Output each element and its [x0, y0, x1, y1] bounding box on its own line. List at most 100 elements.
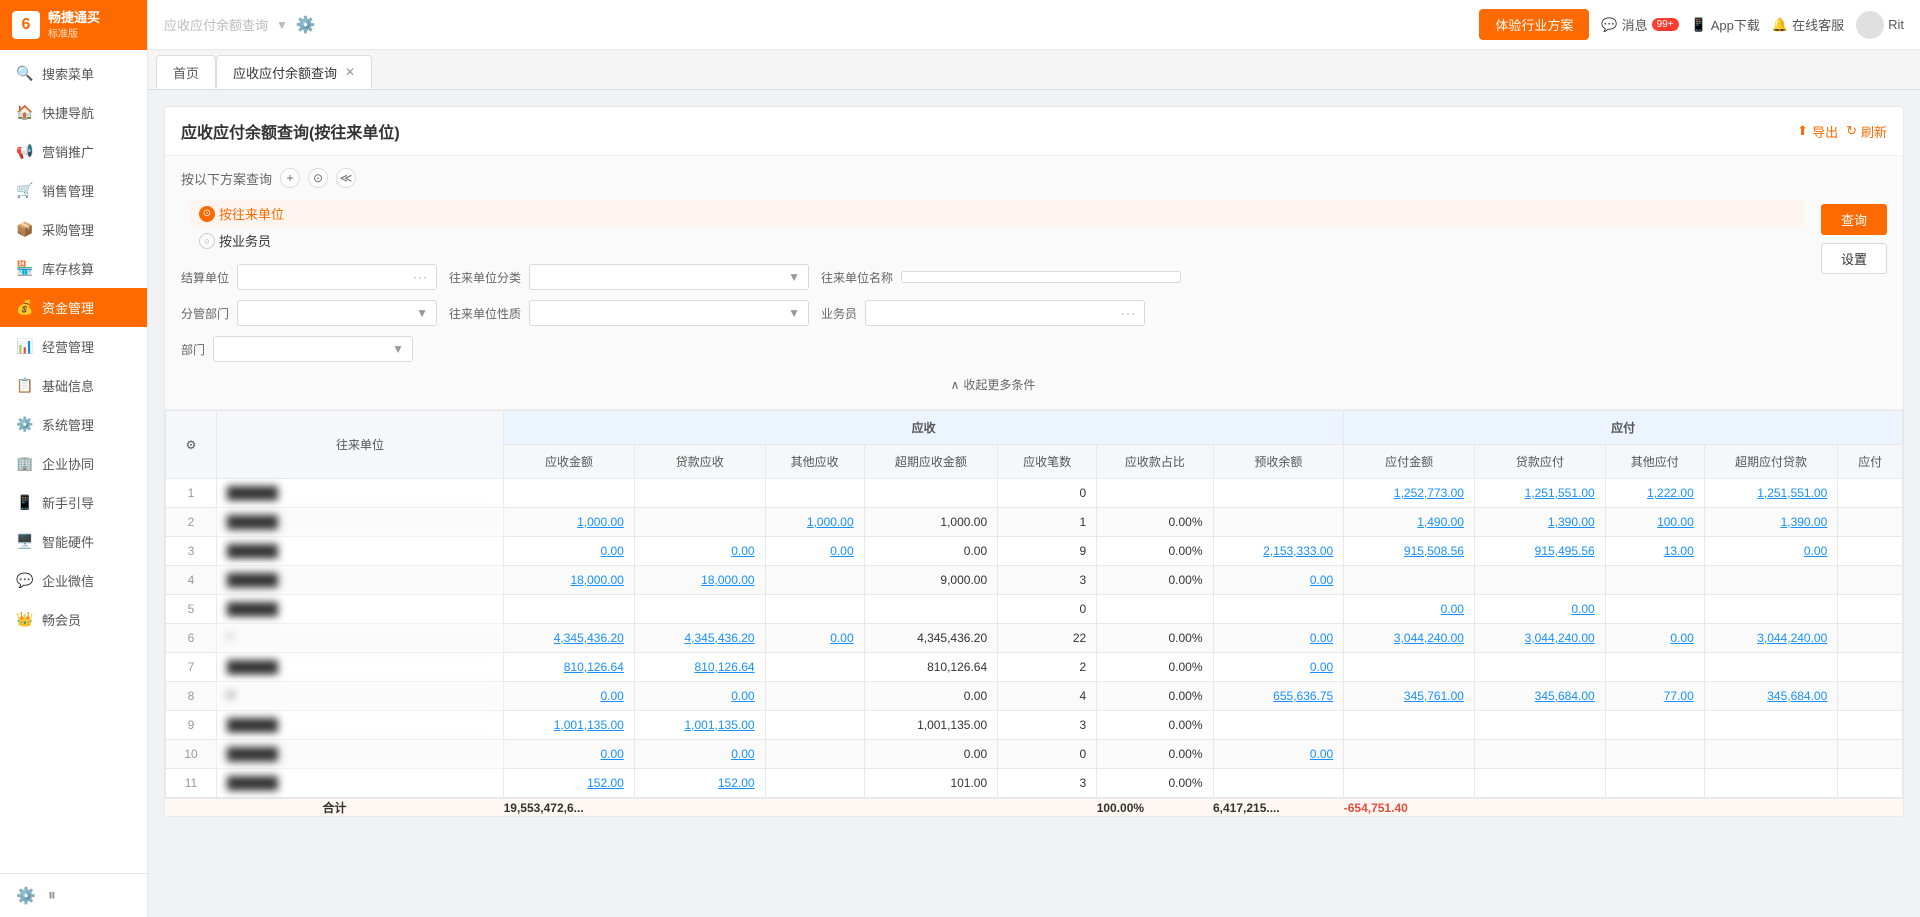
sidebar-item-finance[interactable]: 💰 资金管理	[0, 288, 147, 327]
footer-recv-amount: 19,553,472,6...	[504, 798, 635, 816]
table-row: 2██████1,000.001,000.001,000.0010.00%1,4…	[166, 508, 1903, 537]
filter-option-salesperson[interactable]: ○ 按业务员	[189, 227, 1805, 254]
partner-name-cell: ^	[217, 624, 504, 653]
partner-name-cell: ██████	[217, 711, 504, 740]
sidebar-item-purchase[interactable]: 📦 采购管理	[0, 210, 147, 249]
sidebar-item-enterprise[interactable]: 🏢 企业协同	[0, 444, 147, 483]
page-header-actions: ⬆ 导出 ↻ 刷新	[1797, 122, 1887, 141]
message-icon: 💬	[1601, 17, 1617, 33]
sales-icon: 🛒	[16, 182, 34, 200]
app-download-action[interactable]: 📱 App下载	[1691, 15, 1760, 34]
table-row: 7██████810,126.64810,126.64810,126.6420.…	[166, 653, 1903, 682]
dept-manager-input[interactable]: ▼	[237, 300, 437, 326]
hardware-icon: 🖥️	[16, 533, 34, 551]
partner-name-cell: ██████	[217, 653, 504, 682]
table-row: 8P0.000.000.0040.00%655,636.75345,761.00…	[166, 682, 1903, 711]
download-icon: 📱	[1691, 17, 1707, 33]
solution-btn[interactable]: 体验行业方案	[1479, 9, 1589, 40]
department-field: 部门 ▼	[181, 336, 413, 362]
partner-name-cell: ██████	[217, 740, 504, 769]
footer-label: 合计	[166, 798, 504, 816]
payable-group-header: 应付	[1344, 411, 1903, 445]
tab-home[interactable]: 首页	[156, 55, 216, 89]
main-content: 应收应付余额查询(按往来单位) ⬆ 导出 ↻ 刷新 按以下方案查询	[148, 90, 1920, 917]
unit-name-input[interactable]	[901, 271, 1181, 283]
collapse-more-btn[interactable]: ∧ 收起更多条件	[939, 372, 1048, 397]
col-pay-loan: 贷款应付	[1474, 445, 1605, 479]
filter-area: 按以下方案查询 + ⊙ ≪ ⊙ 按往来单位 ○ 按业务员	[165, 156, 1903, 410]
filter-option-unit[interactable]: ⊙ 按往来单位	[189, 200, 1805, 227]
table-settings-btn[interactable]: ⚙	[176, 430, 206, 460]
avatar	[1856, 11, 1884, 39]
page-header: 应收应付余额查询(按往来单位) ⬆ 导出 ↻ 刷新	[165, 107, 1903, 156]
breadcrumb: 应收应付余额查询 ▼ ⚙️	[164, 15, 1467, 35]
unit-category-input[interactable]: ▼	[529, 264, 809, 290]
table-row: 5██████00.000.00	[166, 595, 1903, 624]
settlement-unit-input[interactable]: ···	[237, 264, 437, 290]
table-row: 10██████0.000.000.0000.00%0.00	[166, 740, 1903, 769]
export-btn[interactable]: ⬆ 导出	[1797, 122, 1838, 141]
filter-row-3: 部门 ▼	[181, 336, 1805, 362]
tabs-bar: 首页 应收应付余额查询 ✕	[148, 50, 1920, 90]
receivable-group-header: 应收	[504, 411, 1344, 445]
tab-query[interactable]: 应收应付余额查询 ✕	[216, 55, 372, 89]
online-service-action[interactable]: 🔔 在线客服	[1772, 15, 1844, 34]
breadcrumb-text: 应收应付余额查询	[164, 15, 268, 34]
settings-col-header: ⚙	[166, 411, 217, 479]
col-pay-extra: 应付	[1838, 445, 1903, 479]
message-action[interactable]: 💬 消息 99+	[1601, 15, 1678, 34]
settings-icon[interactable]: ⚙️	[296, 15, 316, 35]
sidebar-item-sales[interactable]: 🛒 销售管理	[0, 171, 147, 210]
settings-button[interactable]: 设置	[1821, 243, 1887, 274]
service-icon: 🔔	[1772, 17, 1788, 33]
refresh-btn[interactable]: ↻ 刷新	[1846, 122, 1887, 141]
export-icon: ⬆	[1797, 123, 1808, 139]
sidebar-item-system[interactable]: ⚙️ 系统管理	[0, 405, 147, 444]
add-filter-btn[interactable]: +	[280, 168, 300, 188]
sidebar-item-search-menu[interactable]: 🔍 搜索菜单	[0, 54, 147, 93]
sidebar-item-wechat[interactable]: 💬 企业微信	[0, 561, 147, 600]
collapse-sidebar-icon[interactable]: ⏸	[48, 887, 56, 905]
tab-close-icon[interactable]: ✕	[345, 65, 355, 79]
partner-name-cell: ██████	[217, 479, 504, 508]
sidebar-item-operations[interactable]: 📊 经营管理	[0, 327, 147, 366]
member-icon: 👑	[16, 611, 34, 629]
col-pay-amount: 应付金额	[1344, 445, 1475, 479]
unit-nature-input[interactable]: ▼	[529, 300, 809, 326]
department-input[interactable]: ▼	[213, 336, 413, 362]
dept-manager-field: 分管部门 ▼	[181, 300, 437, 326]
page-container: 应收应付余额查询(按往来单位) ⬆ 导出 ↻ 刷新 按以下方案查询	[164, 106, 1904, 817]
col-pay-other: 其他应付	[1605, 445, 1704, 479]
top-header: 应收应付余额查询 ▼ ⚙️ 体验行业方案 💬 消息 99+ 📱 App下载 🔔 …	[148, 0, 1920, 50]
operations-icon: 📊	[16, 338, 34, 356]
sidebar-item-quick-nav[interactable]: 🏠 快捷导航	[0, 93, 147, 132]
col-recv-loan: 贷款应收	[634, 445, 765, 479]
table-row: 11██████152.00152.00101.0030.00%	[166, 769, 1903, 799]
sidebar-item-hardware[interactable]: 🖥️ 智能硬件	[0, 522, 147, 561]
sidebar-item-marketing[interactable]: 📢 营销推广	[0, 132, 147, 171]
edit-filter-btn[interactable]: ⊙	[308, 168, 328, 188]
footer-recv-prepay: 6,417,215....	[1213, 798, 1344, 816]
collapse-filter-btn[interactable]: ≪	[336, 168, 356, 188]
filter-tabs: 按以下方案查询 + ⊙ ≪	[181, 168, 1805, 188]
settings-footer-icon[interactable]: ⚙️	[16, 886, 36, 906]
sidebar-item-base-info[interactable]: 📋 基础信息	[0, 366, 147, 405]
table-row: 9██████1,001,135.001,001,135.001,001,135…	[166, 711, 1903, 740]
user-avatar-area[interactable]: Rit	[1856, 11, 1904, 39]
unit-category-field: 往来单位分类 ▼	[449, 264, 809, 290]
salesperson-field: 业务员 ···	[821, 300, 1145, 326]
col-recv-amount: 应收金额	[504, 445, 635, 479]
app-logo: 6 畅捷通买 标准版	[0, 0, 147, 50]
sidebar-item-member[interactable]: 👑 畅会员	[0, 600, 147, 639]
query-button[interactable]: 查询	[1821, 204, 1887, 235]
salesperson-input[interactable]: ···	[865, 300, 1145, 326]
table-row: 4██████18,000.0018,000.009,000.0030.00%0…	[166, 566, 1903, 595]
search-menu-icon: 🔍	[16, 65, 34, 83]
sidebar-item-inventory[interactable]: 🏪 库存核算	[0, 249, 147, 288]
settlement-unit-field: 结算单位 ···	[181, 264, 437, 290]
unit-name-field: 往来单位名称	[821, 269, 1181, 286]
chevron-down-icon: ▼	[276, 18, 288, 32]
sidebar-item-guide[interactable]: 📱 新手引导	[0, 483, 147, 522]
partner-name-cell: ██████	[217, 508, 504, 537]
unit-nature-field: 往来单位性质 ▼	[449, 300, 809, 326]
